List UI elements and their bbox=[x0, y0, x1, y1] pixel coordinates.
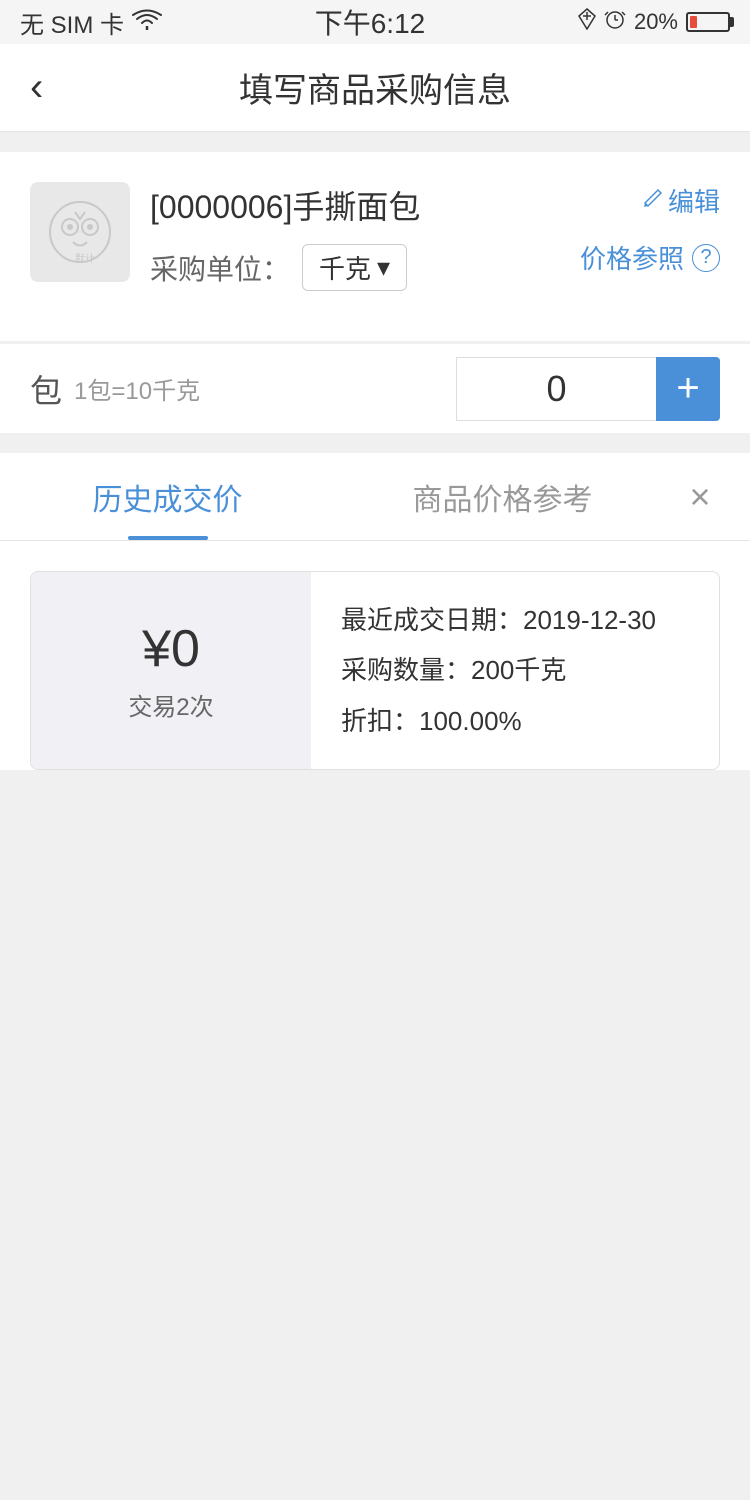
tabs-section: 历史成交价 商品价格参考 × ¥0 交易2次 最近成交日期：2019-12-30… bbox=[0, 453, 750, 770]
product-details: [0000006]手撕面包 采购单位： 千克 ▾ bbox=[150, 182, 420, 291]
status-left: 无 SIM 卡 bbox=[20, 5, 162, 40]
purchase-qty: 采购数量：200千克 bbox=[341, 652, 689, 688]
tab1-label: 历史成交价 bbox=[93, 475, 243, 519]
unit-select[interactable]: 千克 ▾ bbox=[302, 244, 407, 291]
product-unit: 采购单位： 千克 ▾ bbox=[150, 244, 420, 291]
battery-percent: 20% bbox=[634, 9, 678, 35]
tab-history-price[interactable]: 历史成交价 bbox=[0, 453, 335, 540]
battery-fill bbox=[690, 16, 697, 28]
carrier-text: 无 SIM 卡 bbox=[20, 5, 124, 40]
price-amount: ¥0 bbox=[142, 619, 200, 679]
unit-convert: 1包=10千克 bbox=[74, 371, 200, 406]
dropdown-arrow-icon: ▾ bbox=[377, 252, 390, 283]
product-image: 默计 bbox=[30, 182, 130, 282]
status-right: 20% bbox=[578, 8, 730, 36]
status-bar: 无 SIM 卡 下午6:12 bbox=[0, 0, 750, 44]
price-ref-button[interactable]: 价格参照 ? bbox=[580, 239, 720, 276]
price-card: ¥0 交易2次 最近成交日期：2019-12-30 采购数量：200千克 折扣：… bbox=[30, 571, 720, 770]
location-icon bbox=[578, 8, 596, 36]
status-time: 下午6:12 bbox=[315, 2, 426, 42]
product-card: 默计 [0000006]手撕面包 采购单位： 千克 ▾ bbox=[0, 152, 750, 341]
product-header: 默计 [0000006]手撕面包 采购单位： 千克 ▾ bbox=[30, 182, 720, 291]
alarm-icon bbox=[604, 8, 626, 36]
quantity-plus-button[interactable]: + bbox=[656, 357, 720, 421]
edit-label: 编辑 bbox=[668, 182, 720, 219]
price-value: 0 bbox=[171, 620, 200, 678]
currency-symbol: ¥ bbox=[142, 620, 171, 678]
quantity-controls: + bbox=[456, 357, 720, 421]
tabs-header: 历史成交价 商品价格参考 × bbox=[0, 453, 750, 541]
product-name: [0000006]手撕面包 bbox=[150, 182, 420, 228]
help-icon: ? bbox=[692, 244, 720, 272]
discount: 折扣：100.00% bbox=[341, 703, 689, 739]
quantity-row: 包 1包=10千克 + bbox=[0, 343, 750, 433]
price-card-right: 最近成交日期：2019-12-30 采购数量：200千克 折扣：100.00% bbox=[311, 572, 719, 769]
wifi-icon bbox=[132, 8, 162, 37]
main-content bbox=[0, 800, 750, 1500]
unit-label: 采购单位： bbox=[150, 248, 290, 288]
edit-icon bbox=[642, 185, 664, 216]
unit-value: 千克 bbox=[319, 249, 371, 286]
nav-bar: ‹ 填写商品采购信息 bbox=[0, 44, 750, 132]
page-title: 填写商品采购信息 bbox=[239, 63, 511, 112]
svg-text:默计: 默计 bbox=[75, 252, 95, 265]
price-ref-label: 价格参照 bbox=[580, 239, 684, 276]
quantity-input[interactable] bbox=[456, 357, 656, 421]
recent-date: 最近成交日期：2019-12-30 bbox=[341, 602, 689, 638]
back-button[interactable]: ‹ bbox=[30, 65, 53, 110]
tab-close-button[interactable]: × bbox=[670, 476, 750, 518]
product-actions: 编辑 价格参照 ? bbox=[580, 182, 720, 276]
edit-button[interactable]: 编辑 bbox=[642, 182, 720, 219]
battery-icon bbox=[686, 12, 730, 32]
unit-name: 包 bbox=[30, 366, 62, 412]
tab-price-reference[interactable]: 商品价格参考 bbox=[335, 453, 670, 540]
product-info: 默计 [0000006]手撕面包 采购单位： 千克 ▾ bbox=[30, 182, 420, 291]
price-card-left: ¥0 交易2次 bbox=[31, 572, 311, 769]
quantity-label: 包 1包=10千克 bbox=[30, 366, 200, 412]
transaction-count: 交易2次 bbox=[128, 687, 213, 722]
tab2-label: 商品价格参考 bbox=[413, 475, 593, 519]
